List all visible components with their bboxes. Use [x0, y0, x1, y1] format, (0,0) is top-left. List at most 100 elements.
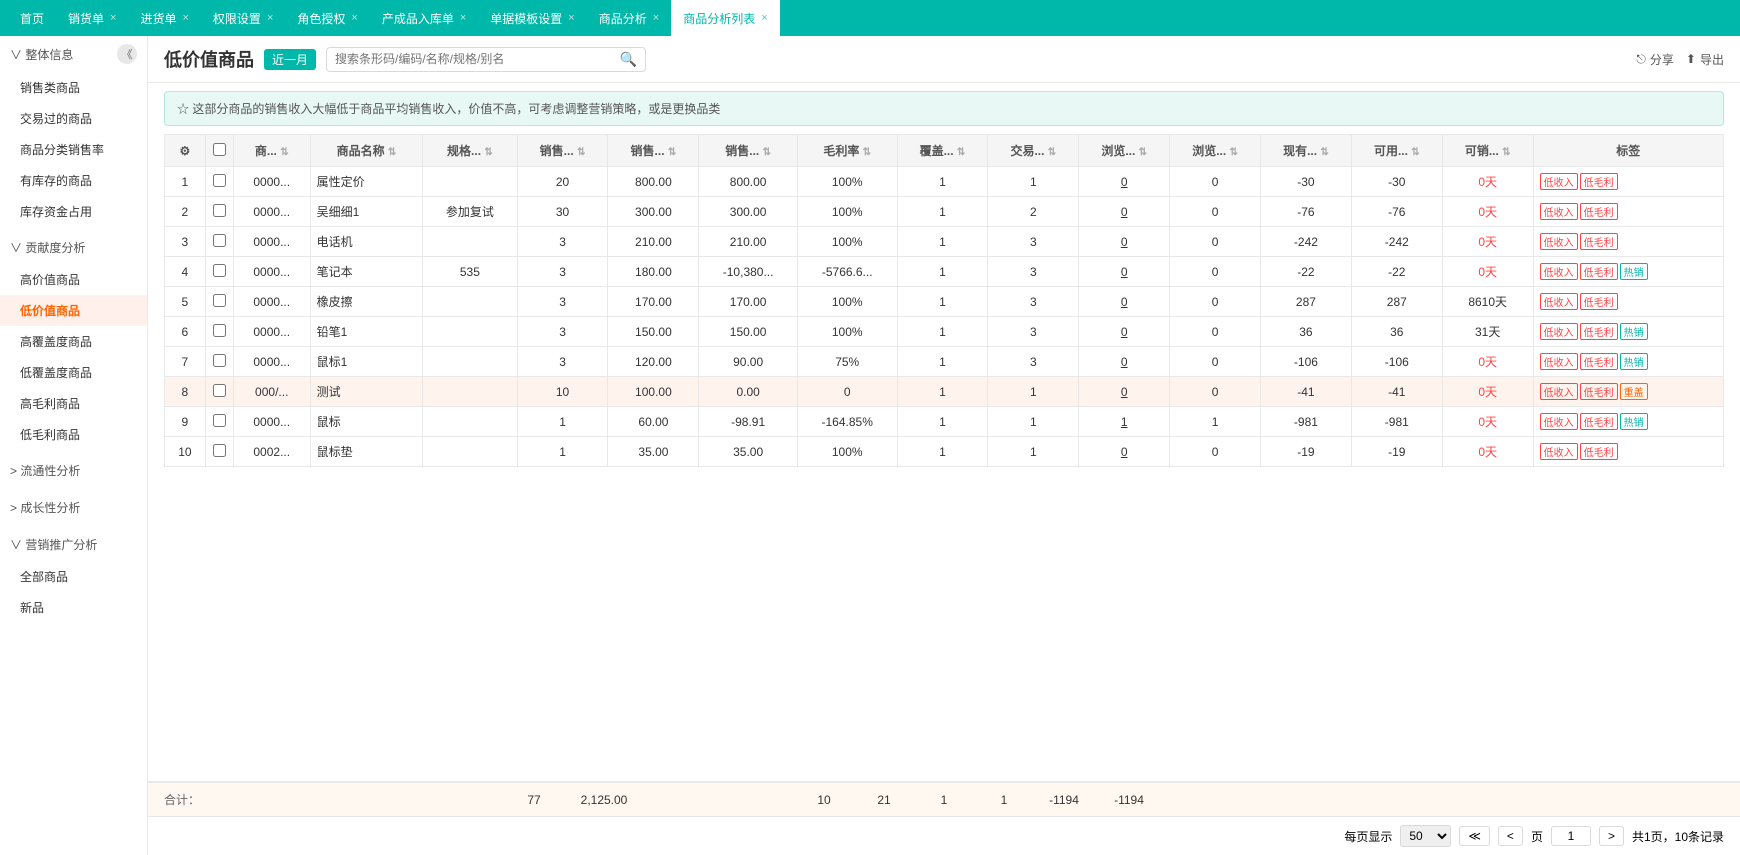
- view1-link[interactable]: 0: [1121, 175, 1128, 189]
- sidebar-item-new-products[interactable]: 新品: [0, 592, 147, 623]
- cell-name[interactable]: 笔记本: [310, 257, 423, 287]
- row-checkbox[interactable]: [213, 204, 226, 217]
- view1-link[interactable]: 0: [1121, 295, 1128, 309]
- nav-template-settings[interactable]: 单据模板设置 ×: [478, 0, 586, 36]
- row-checkbox[interactable]: [213, 234, 226, 247]
- cell-view1[interactable]: 0: [1079, 347, 1170, 377]
- col-available[interactable]: 可用... ⇅: [1351, 135, 1442, 167]
- nav-product-analysis[interactable]: 商品分析 ×: [587, 0, 671, 36]
- nav-close-purchase-order[interactable]: ×: [182, 12, 188, 24]
- cell-checkbox[interactable]: [205, 407, 233, 437]
- sidebar-item-in-stock-products[interactable]: 有库存的商品: [0, 165, 147, 196]
- view1-link[interactable]: 0: [1121, 445, 1128, 459]
- search-icon[interactable]: 🔍: [620, 51, 637, 68]
- nav-close-sales-order[interactable]: ×: [110, 12, 116, 24]
- sidebar-item-high-margin[interactable]: 高毛利商品: [0, 388, 147, 419]
- col-margin[interactable]: 毛利率 ⇅: [797, 135, 897, 167]
- col-saleable[interactable]: 可销... ⇅: [1442, 135, 1533, 167]
- view1-link[interactable]: 0: [1121, 385, 1128, 399]
- col-sales-avg[interactable]: 销售... ⇅: [699, 135, 798, 167]
- nav-product-analysis-list[interactable]: 商品分析列表 ×: [671, 0, 779, 36]
- nav-close-product-inbound[interactable]: ×: [460, 12, 466, 24]
- cell-view1[interactable]: 0: [1079, 377, 1170, 407]
- select-all-checkbox[interactable]: [213, 143, 226, 156]
- nav-close-template-settings[interactable]: ×: [568, 12, 574, 24]
- page-first-btn[interactable]: ≪: [1459, 826, 1490, 846]
- sidebar-item-all-products[interactable]: 全部商品: [0, 561, 147, 592]
- nav-close-product-analysis[interactable]: ×: [653, 12, 659, 24]
- view1-link[interactable]: 1: [1121, 415, 1128, 429]
- col-trade[interactable]: 交易... ⇅: [988, 135, 1079, 167]
- row-checkbox[interactable]: [213, 324, 226, 337]
- view1-link[interactable]: 0: [1121, 265, 1128, 279]
- sidebar-item-sales-products[interactable]: 销售类商品: [0, 72, 147, 103]
- cell-checkbox[interactable]: [205, 317, 233, 347]
- view1-link[interactable]: 0: [1121, 355, 1128, 369]
- cell-checkbox[interactable]: [205, 197, 233, 227]
- cell-name[interactable]: 鼠标垫: [310, 437, 423, 467]
- cell-name[interactable]: 测试: [310, 377, 423, 407]
- row-checkbox[interactable]: [213, 264, 226, 277]
- time-tag-btn[interactable]: 近一月: [264, 49, 316, 70]
- cell-name[interactable]: 鼠标: [310, 407, 423, 437]
- nav-product-inbound[interactable]: 产成品入库单 ×: [370, 0, 478, 36]
- cell-checkbox[interactable]: [205, 347, 233, 377]
- page-prev-btn[interactable]: <: [1498, 826, 1523, 846]
- view1-link[interactable]: 0: [1121, 325, 1128, 339]
- cell-name[interactable]: 电话机: [310, 227, 423, 257]
- sidebar-group-title-growth[interactable]: > 成长性分析: [0, 491, 147, 524]
- page-size-select[interactable]: 50 100 200: [1400, 825, 1451, 847]
- col-view1[interactable]: 浏览... ⇅: [1079, 135, 1170, 167]
- sidebar-item-low-coverage[interactable]: 低覆盖度商品: [0, 357, 147, 388]
- sidebar-collapse-btn[interactable]: 《: [117, 44, 137, 64]
- col-sales-amount[interactable]: 销售... ⇅: [608, 135, 699, 167]
- cell-checkbox[interactable]: [205, 167, 233, 197]
- sidebar-item-high-coverage[interactable]: 高覆盖度商品: [0, 326, 147, 357]
- row-checkbox[interactable]: [213, 444, 226, 457]
- nav-purchase-order[interactable]: 进货单 ×: [128, 0, 200, 36]
- cell-view1[interactable]: 0: [1079, 317, 1170, 347]
- col-current[interactable]: 现有... ⇅: [1261, 135, 1352, 167]
- view1-link[interactable]: 0: [1121, 235, 1128, 249]
- cell-checkbox[interactable]: [205, 437, 233, 467]
- col-sales-qty[interactable]: 销售... ⇅: [517, 135, 608, 167]
- view1-link[interactable]: 0: [1121, 205, 1128, 219]
- row-checkbox[interactable]: [213, 294, 226, 307]
- cell-view1[interactable]: 0: [1079, 197, 1170, 227]
- cell-checkbox[interactable]: [205, 377, 233, 407]
- nav-close-product-analysis-list[interactable]: ×: [761, 12, 767, 24]
- col-spec[interactable]: 规格... ⇅: [423, 135, 517, 167]
- cell-checkbox[interactable]: [205, 257, 233, 287]
- nav-permissions[interactable]: 权限设置 ×: [201, 0, 285, 36]
- export-button[interactable]: ⬆ 导出: [1686, 51, 1724, 68]
- cell-view1[interactable]: 0: [1079, 437, 1170, 467]
- cell-view1[interactable]: 0: [1079, 227, 1170, 257]
- nav-role-auth[interactable]: 角色授权 ×: [285, 0, 369, 36]
- row-checkbox[interactable]: [213, 354, 226, 367]
- sidebar-group-title-circulation[interactable]: > 流通性分析: [0, 454, 147, 487]
- cell-view1[interactable]: 1: [1079, 407, 1170, 437]
- sidebar-item-low-margin[interactable]: 低毛利商品: [0, 419, 147, 450]
- nav-home[interactable]: 首页: [8, 0, 56, 36]
- nav-close-permissions[interactable]: ×: [267, 12, 273, 24]
- col-code[interactable]: 商... ⇅: [233, 135, 310, 167]
- sidebar-item-traded-products[interactable]: 交易过的商品: [0, 103, 147, 134]
- nav-sales-order[interactable]: 销货单 ×: [56, 0, 128, 36]
- cell-checkbox[interactable]: [205, 287, 233, 317]
- cell-view1[interactable]: 0: [1079, 167, 1170, 197]
- cell-checkbox[interactable]: [205, 227, 233, 257]
- cell-name[interactable]: 吴细细1: [310, 197, 423, 227]
- cell-view1[interactable]: 0: [1079, 257, 1170, 287]
- sidebar-item-category-sales-rate[interactable]: 商品分类销售率: [0, 134, 147, 165]
- search-input[interactable]: [335, 52, 620, 66]
- cell-name[interactable]: 铅笔1: [310, 317, 423, 347]
- share-button[interactable]: ⎋ 分享: [1636, 51, 1674, 68]
- cell-name[interactable]: 鼠标1: [310, 347, 423, 377]
- sidebar-item-inventory-capital[interactable]: 库存资金占用: [0, 196, 147, 227]
- row-checkbox[interactable]: [213, 414, 226, 427]
- sidebar-item-high-value[interactable]: 高价值商品: [0, 264, 147, 295]
- nav-close-role-auth[interactable]: ×: [351, 12, 357, 24]
- cell-view1[interactable]: 0: [1079, 287, 1170, 317]
- sidebar-item-low-value[interactable]: 低价值商品: [0, 295, 147, 326]
- cell-name[interactable]: 橡皮擦: [310, 287, 423, 317]
